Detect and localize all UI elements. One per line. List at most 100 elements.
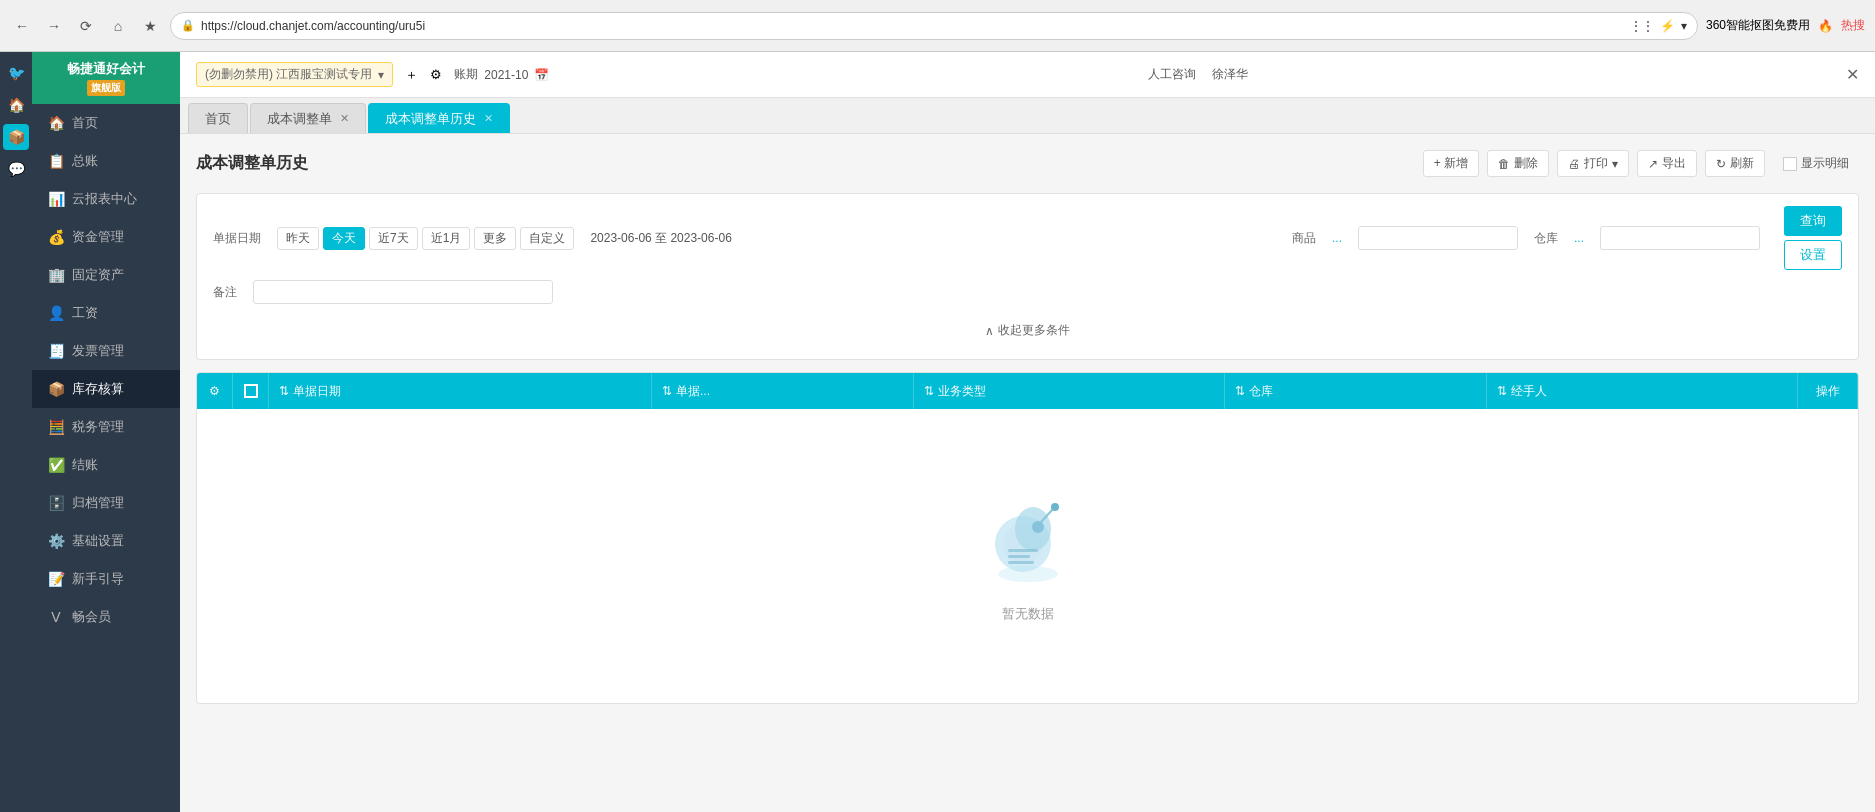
sidebar-label-6: 发票管理 bbox=[72, 342, 124, 360]
period-label: 账期 bbox=[454, 66, 478, 83]
sidebar-item-7[interactable]: 📦 库存核算 bbox=[32, 370, 180, 408]
goods-filter-label: 商品 bbox=[1292, 230, 1316, 247]
sidebar-item-9[interactable]: ✅ 结账 bbox=[32, 446, 180, 484]
tab-cost-adjust-history[interactable]: 成本调整单历史 ✕ bbox=[368, 103, 510, 133]
warehouse-more-dots[interactable]: ... bbox=[1574, 231, 1584, 245]
export-icon: ↗ bbox=[1648, 157, 1658, 171]
home-button[interactable]: ⌂ bbox=[106, 14, 130, 38]
sidebar-item-1[interactable]: 📋 总账 bbox=[32, 142, 180, 180]
tab-home[interactable]: 首页 bbox=[188, 103, 248, 133]
sidebar-item-0[interactable]: 🏠 首页 bbox=[32, 104, 180, 142]
th-checkbox[interactable] bbox=[233, 373, 269, 409]
query-button[interactable]: 查询 bbox=[1784, 206, 1842, 236]
calendar-icon[interactable]: 📅 bbox=[534, 68, 549, 82]
select-all-checkbox[interactable] bbox=[244, 384, 258, 398]
date-btn-7days[interactable]: 近7天 bbox=[369, 227, 418, 250]
sidebar-label-11: 基础设置 bbox=[72, 532, 124, 550]
sidebar-label-5: 工资 bbox=[72, 304, 98, 322]
data-table: ⚙ ⇅ 单据日期 ⇅ 单据... ⇅ 业务类型 bbox=[196, 372, 1859, 704]
sidebar-label-7: 库存核算 bbox=[72, 380, 124, 398]
collapse-row[interactable]: ∧ 收起更多条件 bbox=[213, 314, 1842, 347]
icon-bar-chat[interactable]: 💬 bbox=[3, 156, 29, 182]
tab-cost-adjust-close[interactable]: ✕ bbox=[340, 112, 349, 125]
top-bar: (勿删勿禁用) 江西服宝测试专用 ▾ ＋ ⚙ 账期 2021-10 📅 人工咨询… bbox=[180, 52, 1875, 98]
page-header: 成本调整单历史 + 新增 🗑 删除 🖨 打印 ▾ ↗ 导出 bbox=[196, 150, 1859, 177]
show-col-label: 显示明细 bbox=[1801, 155, 1849, 172]
icon-bar-active[interactable]: 📦 bbox=[3, 124, 29, 150]
tab-cost-adjust-history-close[interactable]: ✕ bbox=[484, 112, 493, 125]
address-bar[interactable]: 🔒 https://cloud.chanjet.com/accounting/u… bbox=[170, 12, 1698, 40]
sidebar-item-5[interactable]: 👤 工资 bbox=[32, 294, 180, 332]
star-button[interactable]: ★ bbox=[138, 14, 162, 38]
back-button[interactable]: ← bbox=[10, 14, 34, 38]
browser-chrome: ← → ⟳ ⌂ ★ 🔒 https://cloud.chanjet.com/ac… bbox=[0, 0, 1875, 52]
print-button[interactable]: 🖨 打印 ▾ bbox=[1557, 150, 1629, 177]
tab-cost-adjust[interactable]: 成本调整单 ✕ bbox=[250, 103, 366, 133]
date-range: 2023-06-06 至 2023-06-06 bbox=[590, 230, 731, 247]
sidebar: 畅捷通好会计 旗舰版 🏠 首页 📋 总账 📊 云报表中心 💰 资金管理 🏢 固定… bbox=[32, 52, 180, 812]
top-close-button[interactable]: ✕ bbox=[1846, 65, 1859, 84]
sidebar-item-11[interactable]: ⚙️ 基础设置 bbox=[32, 522, 180, 560]
delete-button[interactable]: 🗑 删除 bbox=[1487, 150, 1549, 177]
sidebar-item-10[interactable]: 🗄️ 归档管理 bbox=[32, 484, 180, 522]
sidebar-item-6[interactable]: 🧾 发票管理 bbox=[32, 332, 180, 370]
th-gear[interactable]: ⚙ bbox=[197, 373, 233, 409]
top-bar-right: 人工咨询 徐泽华 bbox=[1148, 66, 1248, 83]
icon-bar-home[interactable]: 🏠 bbox=[3, 92, 29, 118]
url-text: https://cloud.chanjet.com/accounting/uru… bbox=[201, 19, 1624, 33]
sidebar-icon-8: 🧮 bbox=[48, 419, 64, 435]
th-warehouse-sort: ⇅ bbox=[1235, 384, 1245, 398]
show-col-checkbox[interactable] bbox=[1783, 157, 1797, 171]
sidebar-label-2: 云报表中心 bbox=[72, 190, 137, 208]
sidebar-item-3[interactable]: 💰 资金管理 bbox=[32, 218, 180, 256]
sidebar-icon-5: 👤 bbox=[48, 305, 64, 321]
delete-label: 删除 bbox=[1514, 155, 1538, 172]
sidebar-label-13: 畅会员 bbox=[72, 608, 111, 626]
company-selector[interactable]: (勿删勿禁用) 江西服宝测试专用 ▾ bbox=[196, 62, 393, 87]
icon-bar-app[interactable]: 🐦 bbox=[3, 60, 29, 86]
date-btn-today[interactable]: 今天 bbox=[323, 227, 365, 250]
th-num: ⇅ 单据... bbox=[652, 373, 914, 409]
svg-rect-9 bbox=[1008, 561, 1034, 564]
company-name: (勿删勿禁用) 江西服宝测试专用 bbox=[205, 66, 372, 83]
svg-point-4 bbox=[1032, 521, 1044, 533]
logo-name: 畅捷通好会计 bbox=[67, 60, 145, 78]
sidebar-item-13[interactable]: V 畅会员 bbox=[32, 598, 180, 636]
sidebar-item-2[interactable]: 📊 云报表中心 bbox=[32, 180, 180, 218]
warehouse-input[interactable] bbox=[1600, 226, 1760, 250]
date-btn-1month[interactable]: 近1月 bbox=[422, 227, 471, 250]
grid-icon: ⋮⋮ bbox=[1630, 19, 1654, 33]
date-btn-yesterday[interactable]: 昨天 bbox=[277, 227, 319, 250]
settings-button[interactable]: 设置 bbox=[1784, 240, 1842, 270]
th-type-sort: ⇅ bbox=[924, 384, 934, 398]
sidebar-item-12[interactable]: 📝 新手引导 bbox=[32, 560, 180, 598]
th-date-label: 单据日期 bbox=[293, 383, 341, 400]
goods-more-dots[interactable]: ... bbox=[1332, 231, 1342, 245]
th-ops-label: 操作 bbox=[1816, 383, 1840, 400]
refresh-button[interactable]: ↻ 刷新 bbox=[1705, 150, 1765, 177]
settings-icon[interactable]: ⚙ bbox=[430, 67, 442, 82]
forward-button[interactable]: → bbox=[42, 14, 66, 38]
tab-cost-adjust-history-label: 成本调整单历史 bbox=[385, 110, 476, 128]
refresh-button[interactable]: ⟳ bbox=[74, 14, 98, 38]
goods-input[interactable] bbox=[1358, 226, 1518, 250]
add-tab-button[interactable]: ＋ bbox=[405, 66, 418, 84]
remark-input[interactable] bbox=[253, 280, 553, 304]
th-type-label: 业务类型 bbox=[938, 383, 986, 400]
sidebar-item-8[interactable]: 🧮 税务管理 bbox=[32, 408, 180, 446]
print-label: 打印 bbox=[1584, 155, 1608, 172]
search-label: 360智能抠图免费用 bbox=[1706, 17, 1810, 34]
export-button[interactable]: ↗ 导出 bbox=[1637, 150, 1697, 177]
main-content: (勿删勿禁用) 江西服宝测试专用 ▾ ＋ ⚙ 账期 2021-10 📅 人工咨询… bbox=[180, 52, 1875, 812]
browser-right: 360智能抠图免费用 🔥 热搜 bbox=[1706, 17, 1865, 34]
date-btn-custom[interactable]: 自定义 bbox=[520, 227, 574, 250]
add-button[interactable]: + 新增 bbox=[1423, 150, 1479, 177]
sidebar-icon-13: V bbox=[48, 609, 64, 625]
remark-label: 备注 bbox=[213, 284, 237, 301]
export-label: 导出 bbox=[1662, 155, 1686, 172]
date-btn-more[interactable]: 更多 bbox=[474, 227, 516, 250]
sidebar-item-4[interactable]: 🏢 固定资产 bbox=[32, 256, 180, 294]
user-label[interactable]: 徐泽华 bbox=[1212, 66, 1248, 83]
service-label[interactable]: 人工咨询 bbox=[1148, 66, 1196, 83]
tab-bar: 首页 成本调整单 ✕ 成本调整单历史 ✕ bbox=[180, 98, 1875, 134]
